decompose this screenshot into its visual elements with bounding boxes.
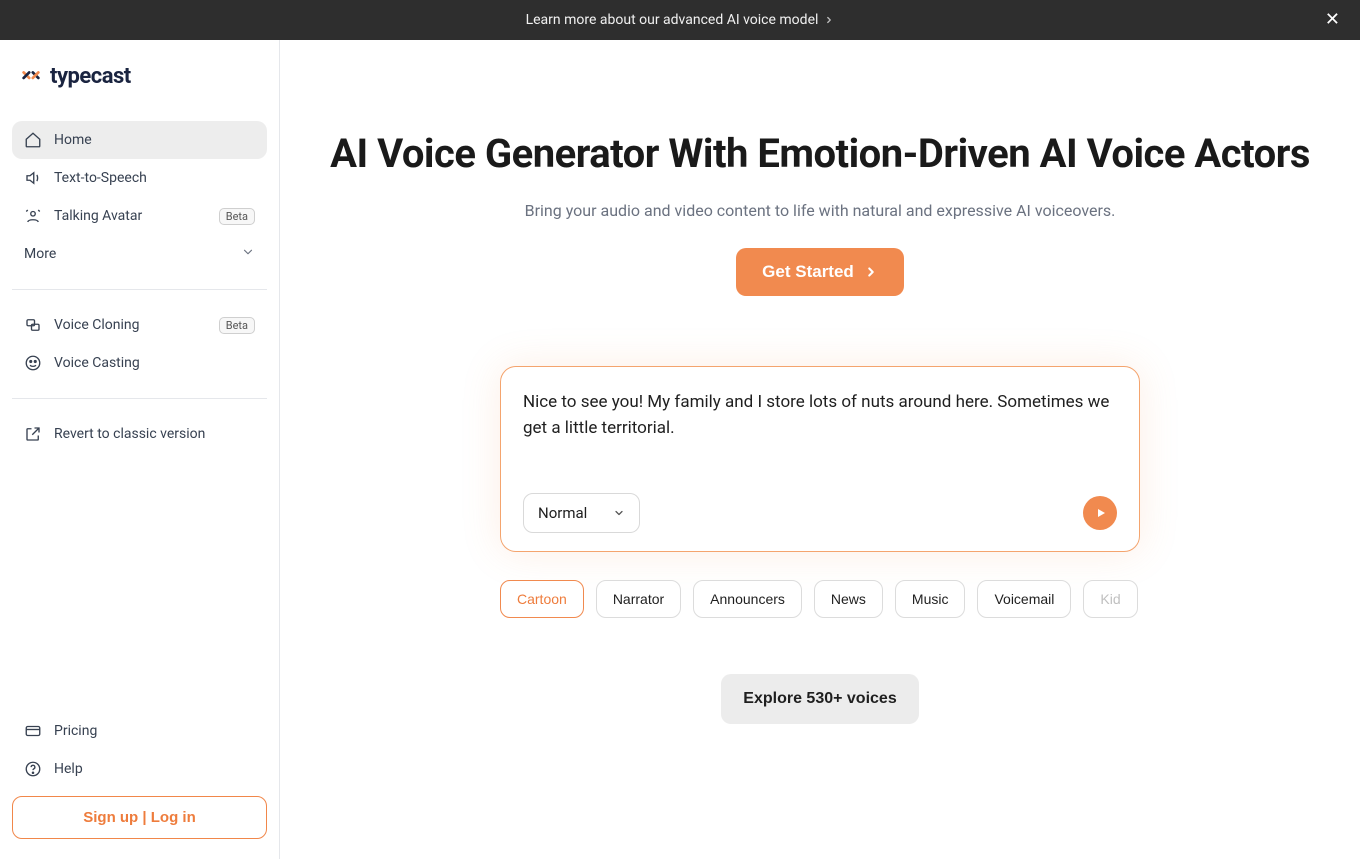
prompt-controls: Normal [523, 493, 1117, 533]
pill-label: Narrator [613, 591, 664, 607]
speech-icon [24, 169, 42, 187]
sidebar-item-tts[interactable]: Text-to-Speech [12, 159, 267, 197]
sidebar-item-label: Help [54, 761, 255, 777]
get-started-button[interactable]: Get Started [736, 248, 904, 296]
pill-label: Voicemail [994, 591, 1054, 607]
category-pill-cartoon[interactable]: Cartoon [500, 580, 584, 618]
sidebar-item-label: Voice Casting [54, 355, 255, 371]
play-icon [1095, 506, 1107, 520]
chevron-right-icon [864, 265, 878, 279]
logo[interactable]: typecast [12, 64, 267, 113]
pill-label: Cartoon [517, 591, 567, 607]
signup-label: Sign up | Log in [83, 809, 196, 826]
logo-text: typecast [50, 64, 131, 89]
sidebar-item-avatar[interactable]: Talking Avatar Beta [12, 197, 267, 235]
voice-style-select[interactable]: Normal [523, 493, 640, 533]
pill-label: Music [912, 591, 949, 607]
sidebar-item-home[interactable]: Home [12, 121, 267, 159]
card-icon [24, 722, 42, 740]
sidebar-item-label: Home [54, 132, 255, 148]
voice-style-value: Normal [538, 504, 587, 522]
logo-icon [20, 66, 42, 88]
signup-login-button[interactable]: Sign up | Log in [12, 796, 267, 839]
chevron-down-icon [613, 507, 625, 519]
play-button[interactable] [1083, 496, 1117, 530]
top-banner: Learn more about our advanced AI voice m… [0, 0, 1360, 40]
category-pills: Cartoon Narrator Announcers News Music V… [500, 580, 1140, 618]
home-icon [24, 131, 42, 149]
sidebar-item-label: More [24, 246, 229, 262]
nav-revert: Revert to classic version [12, 407, 267, 461]
sidebar-item-cloning[interactable]: Voice Cloning Beta [12, 306, 267, 344]
sidebar-item-revert[interactable]: Revert to classic version [12, 415, 267, 453]
pill-label: Announcers [710, 591, 785, 607]
sidebar-item-label: Revert to classic version [54, 426, 255, 442]
close-icon[interactable]: ✕ [1325, 11, 1340, 29]
sidebar-item-help[interactable]: Help [12, 750, 267, 788]
nav-footer: Pricing Help [12, 704, 267, 796]
category-pill-announcers[interactable]: Announcers [693, 580, 802, 618]
banner-text: Learn more about our advanced AI voice m… [526, 12, 819, 28]
category-pill-news[interactable]: News [814, 580, 883, 618]
nav-primary: Home Text-to-Speech Talking Avatar Beta … [12, 113, 267, 281]
avatar-icon [24, 207, 42, 225]
sidebar-item-pricing[interactable]: Pricing [12, 712, 267, 750]
chevron-right-icon [824, 15, 834, 25]
nav-secondary: Voice Cloning Beta Voice Casting [12, 298, 267, 390]
prompt-text[interactable]: Nice to see you! My family and I store l… [523, 389, 1117, 469]
pill-label: Kid [1100, 591, 1120, 607]
beta-badge: Beta [219, 208, 255, 225]
divider [12, 398, 267, 399]
sidebar-item-label: Text-to-Speech [54, 170, 255, 186]
cta-label: Get Started [762, 262, 854, 282]
main-content: AI Voice Generator With Emotion-Driven A… [280, 40, 1360, 859]
sidebar-item-more[interactable]: More [12, 235, 267, 273]
help-icon [24, 760, 42, 778]
page-subtitle: Bring your audio and video content to li… [320, 201, 1320, 220]
casting-icon [24, 354, 42, 372]
category-pill-kid[interactable]: Kid [1083, 580, 1137, 618]
sidebar-item-casting[interactable]: Voice Casting [12, 344, 267, 382]
divider [12, 289, 267, 290]
beta-badge: Beta [219, 317, 255, 334]
hero: AI Voice Generator With Emotion-Driven A… [320, 130, 1320, 724]
pill-label: News [831, 591, 866, 607]
sidebar-item-label: Pricing [54, 723, 255, 739]
external-link-icon [24, 425, 42, 443]
chevron-down-icon [241, 245, 255, 263]
category-pill-narrator[interactable]: Narrator [596, 580, 681, 618]
cloning-icon [24, 316, 42, 334]
sidebar: typecast Home Text-to-Speech Talking Ava… [0, 40, 280, 859]
explore-voices-button[interactable]: Explore 530+ voices [721, 674, 918, 724]
page-title: AI Voice Generator With Emotion-Driven A… [320, 130, 1320, 177]
category-pill-voicemail[interactable]: Voicemail [977, 580, 1071, 618]
sidebar-item-label: Talking Avatar [54, 208, 207, 224]
sidebar-item-label: Voice Cloning [54, 317, 207, 333]
category-pill-music[interactable]: Music [895, 580, 966, 618]
explore-label: Explore 530+ voices [743, 690, 896, 707]
banner-link[interactable]: Learn more about our advanced AI voice m… [526, 12, 835, 28]
prompt-card: Nice to see you! My family and I store l… [500, 366, 1140, 552]
